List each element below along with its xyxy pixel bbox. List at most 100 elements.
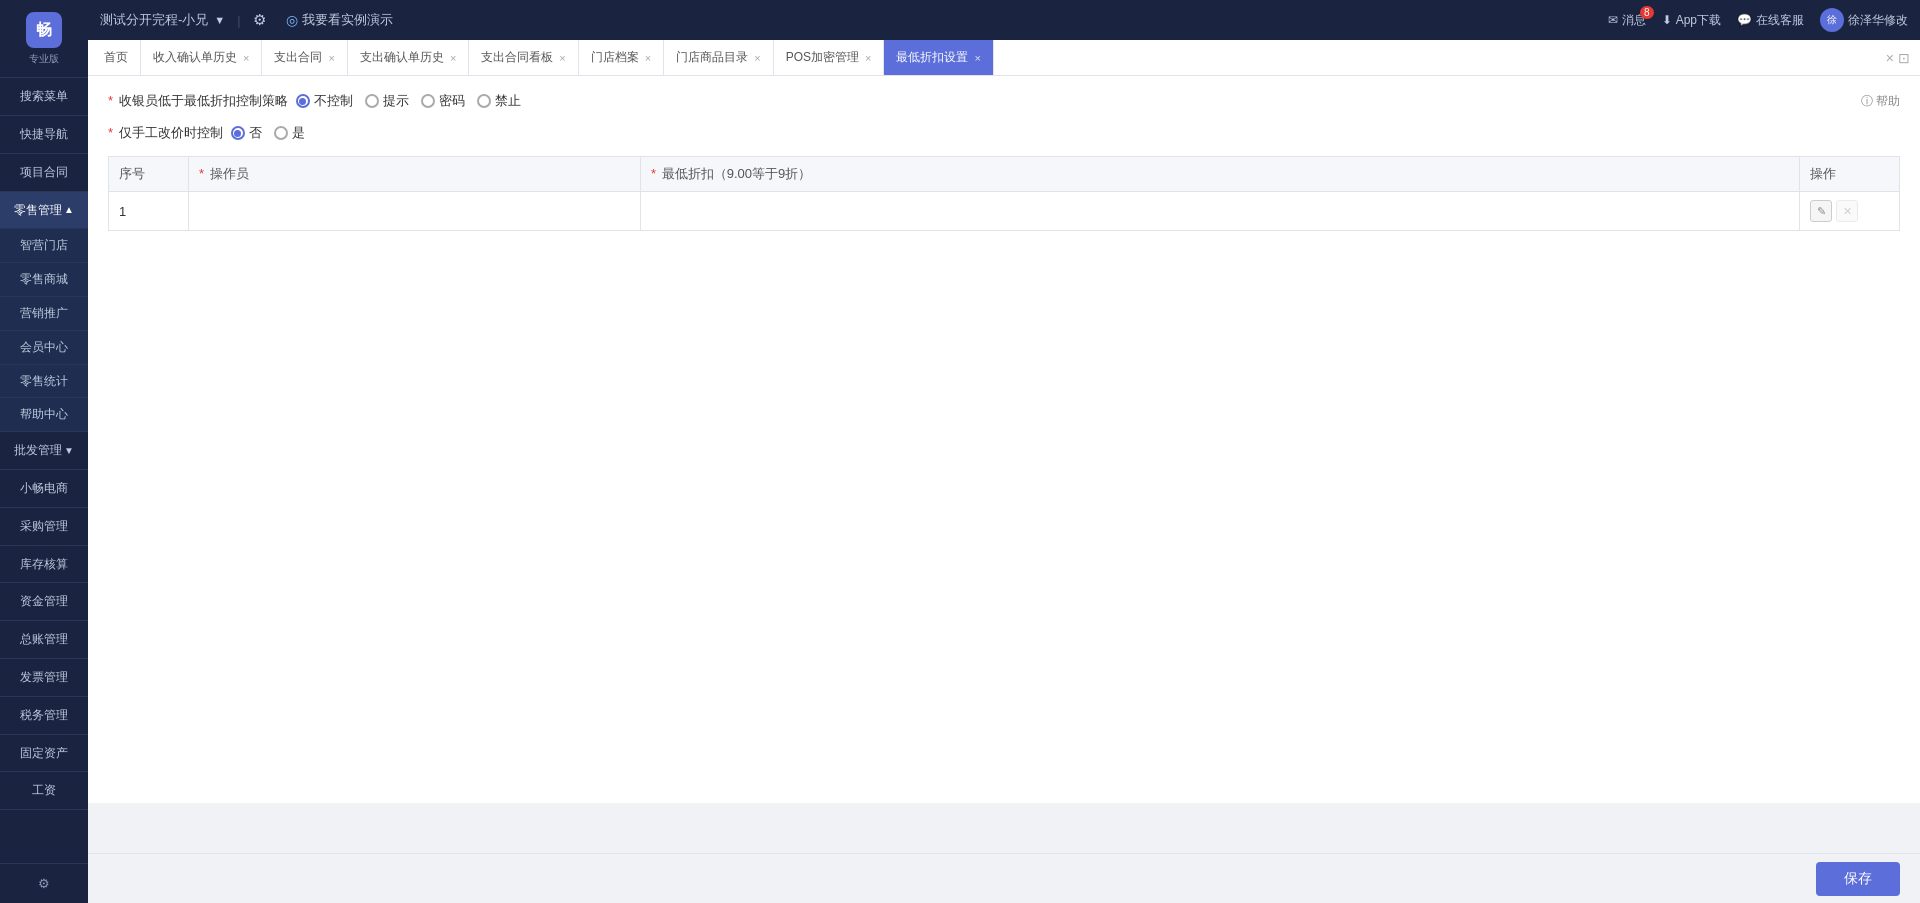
sidebar-item-retail-mgmt[interactable]: 零售管理 ▲ (0, 192, 88, 230)
sidebar-item-project-contract[interactable]: 项目合同 (0, 154, 88, 192)
chevron-up-icon: ▲ (64, 203, 74, 217)
sidebar-item-ecommerce[interactable]: 小畅电商 (0, 470, 88, 508)
sidebar-item-member-center[interactable]: 会员中心 (0, 331, 88, 365)
tab-home[interactable]: 首页 (92, 40, 141, 76)
download-icon: ⬇ (1662, 13, 1672, 27)
tab-store-archive-close[interactable]: × (645, 52, 651, 64)
radio-circle-remind (365, 94, 379, 108)
radio-circle-manual-no (231, 126, 245, 140)
chevron-down-icon: ▼ (64, 444, 74, 458)
sidebar-item-smart-store[interactable]: 智营门店 (0, 229, 88, 263)
edit-icon-btn[interactable]: ✎ (1810, 200, 1832, 222)
tab-store-archive[interactable]: 门店档案 × (579, 40, 664, 76)
manual-price-label: * 仅手工改价时控制 (108, 124, 223, 142)
sidebar-item-retail-stats[interactable]: 零售统计 (0, 365, 88, 399)
service-label: 在线客服 (1756, 12, 1804, 29)
topbar-message[interactable]: ✉ 消息 8 (1608, 12, 1646, 29)
sidebar-item-wholesale-mgmt[interactable]: 批发管理 ▼ (0, 432, 88, 470)
tab-store-product-catalog[interactable]: 门店商品目录 × (664, 40, 773, 76)
download-label: App下载 (1676, 12, 1721, 29)
sidebar-item-invoice[interactable]: 发票管理 (0, 659, 88, 697)
sidebar-item-search[interactable]: 搜索菜单 (0, 78, 88, 116)
message-icon: ✉ (1608, 13, 1618, 27)
app-edition-label: 专业版 (29, 52, 59, 65)
tab-income-history-label: 收入确认单历史 (153, 49, 237, 66)
content-area: * 收银员低于最低折扣控制策略 不控制 提示 密码 (88, 76, 1920, 853)
radio-no-control[interactable]: 不控制 (296, 92, 353, 110)
tab-store-product-catalog-close[interactable]: × (754, 52, 760, 64)
sidebar-item-quick-nav[interactable]: 快捷导航 (0, 116, 88, 154)
tab-payment-contract-board[interactable]: 支出合同看板 × (469, 40, 578, 76)
cell-index: 1 (109, 192, 189, 231)
topbar-settings-icon[interactable]: ⚙ (253, 11, 266, 29)
radio-manual-no[interactable]: 否 (231, 124, 262, 142)
required-mark-1: * (108, 93, 113, 108)
service-icon: 💬 (1737, 13, 1752, 27)
sidebar-item-procurement[interactable]: 采购管理 (0, 508, 88, 546)
discount-control-options: 不控制 提示 密码 禁止 (296, 92, 521, 110)
settings-icon: ⚙ (38, 876, 50, 891)
tab-pos-password[interactable]: POS加密管理 × (774, 40, 885, 76)
tab-income-history-close[interactable]: × (243, 52, 249, 64)
tab-expand-btn[interactable]: ⊡ (1898, 50, 1910, 66)
tab-close-btn[interactable]: × (1886, 50, 1894, 66)
cell-min-discount (641, 192, 1800, 231)
dropdown-icon: ▼ (214, 14, 225, 26)
table-header: 序号 * 操作员 * 最低折扣（9.00等于9折） 操作 (109, 157, 1900, 192)
topbar-online-service[interactable]: 💬 在线客服 (1737, 12, 1804, 29)
topbar-user[interactable]: 徐 徐泽华修改 (1820, 8, 1908, 32)
col-operator: * 操作员 (189, 157, 641, 192)
topbar-demo[interactable]: ◎ 我要看实例演示 (286, 11, 393, 29)
sidebar-item-accounting[interactable]: 总账管理 (0, 621, 88, 659)
cell-action: ✎ ✕ (1800, 192, 1900, 231)
save-button[interactable]: 保存 (1816, 862, 1900, 896)
search-label: 搜索菜单 (8, 88, 80, 105)
sidebar-item-finance[interactable]: 资金管理 (0, 583, 88, 621)
tab-income-history[interactable]: 收入确认单历史 × (141, 40, 262, 76)
user-avatar: 徐 (1820, 8, 1844, 32)
sidebar-item-inventory[interactable]: 库存核算 (0, 546, 88, 584)
sidebar-logo: 畅 专业版 (0, 0, 88, 78)
tab-payment-contract-board-label: 支出合同看板 (481, 49, 553, 66)
table-body: 1 ✎ ✕ (109, 192, 1900, 231)
sidebar-item-salary[interactable]: 工资 (0, 772, 88, 810)
tab-min-discount[interactable]: 最低折扣设置 × (884, 40, 993, 76)
demo-label: 我要看实例演示 (302, 11, 393, 29)
sidebar-item-help-center[interactable]: 帮助中心 (0, 398, 88, 432)
discount-table: 序号 * 操作员 * 最低折扣（9.00等于9折） 操作 (108, 156, 1900, 231)
tab-payment-contract-board-close[interactable]: × (559, 52, 565, 64)
topbar-app-download[interactable]: ⬇ App下载 (1662, 12, 1721, 29)
app-logo-icon: 畅 (26, 12, 62, 48)
sidebar-settings[interactable]: ⚙ (0, 863, 88, 903)
sidebar-item-fixed-assets[interactable]: 固定资产 (0, 735, 88, 773)
help-button[interactable]: ⓘ 帮助 (1861, 93, 1900, 110)
sidebar-item-tax[interactable]: 税务管理 (0, 697, 88, 735)
radio-manual-yes[interactable]: 是 (274, 124, 305, 142)
tab-payment-contract-close[interactable]: × (328, 52, 334, 64)
manual-price-options: 否 是 (231, 124, 305, 142)
radio-remind[interactable]: 提示 (365, 92, 409, 110)
tab-payment-confirm-history-close[interactable]: × (450, 52, 456, 64)
discount-control-row: * 收银员低于最低折扣控制策略 不控制 提示 密码 (108, 92, 1900, 110)
sidebar-item-sales-promo[interactable]: 营销推广 (0, 297, 88, 331)
sidebar-item-retail-mall[interactable]: 零售商城 (0, 263, 88, 297)
tab-payment-confirm-history[interactable]: 支出确认单历史 × (348, 40, 469, 76)
radio-circle-manual-yes (274, 126, 288, 140)
topbar-project[interactable]: 测试分开完程-小兄 ▼ (100, 11, 225, 29)
radio-circle-password (421, 94, 435, 108)
tab-pos-password-close[interactable]: × (865, 52, 871, 64)
delete-icon-btn[interactable]: ✕ (1836, 200, 1858, 222)
radio-forbid[interactable]: 禁止 (477, 92, 521, 110)
footer-bar: 保存 (88, 853, 1920, 903)
radio-circle-forbid (477, 94, 491, 108)
col-action: 操作 (1800, 157, 1900, 192)
tab-pos-password-label: POS加密管理 (786, 49, 859, 66)
project-name: 测试分开完程-小兄 (100, 11, 208, 29)
radio-password[interactable]: 密码 (421, 92, 465, 110)
tabs-right-controls: × ⊡ (1880, 50, 1916, 66)
tab-payment-contract[interactable]: 支出合同 × (262, 40, 347, 76)
tab-min-discount-close[interactable]: × (974, 52, 980, 64)
radio-circle-no-control (296, 94, 310, 108)
tab-min-discount-label: 最低折扣设置 (896, 49, 968, 66)
discount-control-label: * 收银员低于最低折扣控制策略 (108, 92, 288, 110)
